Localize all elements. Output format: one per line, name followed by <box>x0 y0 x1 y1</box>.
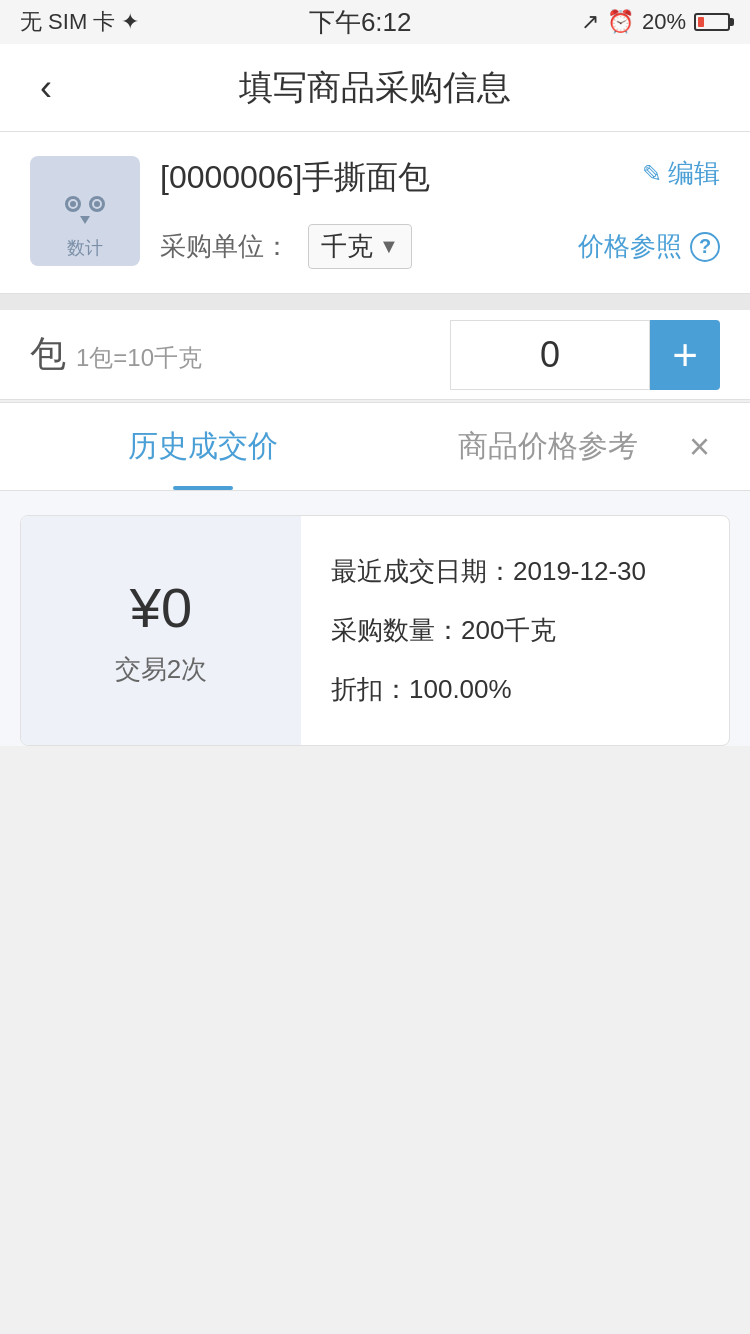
price-right: 最近成交日期：2019-12-30 采购数量：200千克 折扣：100.00% <box>301 516 729 745</box>
recent-date-row: 最近成交日期：2019-12-30 <box>331 552 699 591</box>
product-name: [0000006]手撕面包 <box>160 156 430 200</box>
battery-percent: 20% <box>642 9 686 35</box>
bottom-sheet: 历史成交价 商品价格参考 × ¥0 交易2次 最近成交日期：2019-12-30… <box>0 402 750 746</box>
product-thumbnail: 数计 <box>30 156 140 266</box>
owl-label: 数计 <box>67 236 103 260</box>
quantity-unit-info: 包 1包=10千克 <box>30 330 202 379</box>
help-icon: ? <box>690 232 720 262</box>
tab-product-price-ref[interactable]: 商品价格参考 <box>375 403 720 490</box>
edit-icon: ✎ <box>642 160 662 188</box>
price-card: ¥0 交易2次 最近成交日期：2019-12-30 采购数量：200千克 折扣：… <box>20 515 730 746</box>
status-time: 下午6:12 <box>309 5 412 40</box>
alarm-icon: ⏰ <box>607 9 634 35</box>
tab-history-price[interactable]: 历史成交价 <box>30 403 375 490</box>
dropdown-arrow-icon: ▼ <box>379 235 399 258</box>
tab-history-price-label: 历史成交价 <box>128 426 278 467</box>
price-left: ¥0 交易2次 <box>21 516 301 745</box>
price-ref-label: 价格参照 <box>578 229 682 264</box>
sim-status: 无 SIM 卡 ✦ <box>20 7 139 37</box>
main-content: 数计 [0000006]手撕面包 ✎ 编辑 采购单位： 千克 ▼ <box>0 132 750 1334</box>
edit-button[interactable]: ✎ 编辑 <box>642 156 720 191</box>
nav-bar: ‹ 填写商品采购信息 <box>0 44 750 132</box>
section-divider <box>0 294 750 310</box>
price-amount: ¥0 <box>130 575 192 640</box>
edit-label: 编辑 <box>668 156 720 191</box>
purchase-qty-value: 200千克 <box>461 615 556 645</box>
quantity-row: 包 1包=10千克 0 + <box>0 310 750 400</box>
price-trade-count: 交易2次 <box>115 652 207 687</box>
battery-icon <box>694 13 730 31</box>
product-card: 数计 [0000006]手撕面包 ✎ 编辑 采购单位： 千克 ▼ <box>0 132 750 294</box>
price-value: 0 <box>161 576 192 639</box>
conversion-unit: 包 <box>30 330 66 379</box>
status-left: 无 SIM 卡 ✦ <box>20 7 139 37</box>
recent-date-value: 2019-12-30 <box>513 556 646 586</box>
status-right: ↗ ⏰ 20% <box>581 9 730 35</box>
discount-label: 折扣： <box>331 674 409 704</box>
status-bar: 无 SIM 卡 ✦ 下午6:12 ↗ ⏰ 20% <box>0 0 750 44</box>
unit-select[interactable]: 千克 ▼ <box>308 224 412 269</box>
location-icon: ↗ <box>581 9 599 35</box>
product-info: [0000006]手撕面包 ✎ 编辑 采购单位： 千克 ▼ <box>160 156 720 269</box>
unit-label: 采购单位： <box>160 229 290 264</box>
purchase-qty-row: 采购数量：200千克 <box>331 611 699 650</box>
quantity-input-group: 0 + <box>450 320 720 390</box>
price-currency: ¥ <box>130 576 161 639</box>
tab-product-price-ref-label: 商品价格参考 <box>458 426 638 467</box>
conversion-note: 1包=10千克 <box>76 342 202 374</box>
unit-value: 千克 <box>321 229 373 264</box>
recent-date-label: 最近成交日期： <box>331 556 513 586</box>
owl-icon <box>65 196 105 226</box>
price-ref-button[interactable]: 价格参照 ? <box>578 229 720 264</box>
tab-bar: 历史成交价 商品价格参考 × <box>0 403 750 491</box>
quantity-input[interactable]: 0 <box>450 320 650 390</box>
purchase-qty-label: 采购数量： <box>331 615 461 645</box>
close-button[interactable]: × <box>679 416 720 478</box>
discount-row: 折扣：100.00% <box>331 670 699 709</box>
discount-value: 100.00% <box>409 674 512 704</box>
page-title: 填写商品采购信息 <box>239 65 511 111</box>
back-button[interactable]: ‹ <box>30 57 62 119</box>
quantity-plus-button[interactable]: + <box>650 320 720 390</box>
